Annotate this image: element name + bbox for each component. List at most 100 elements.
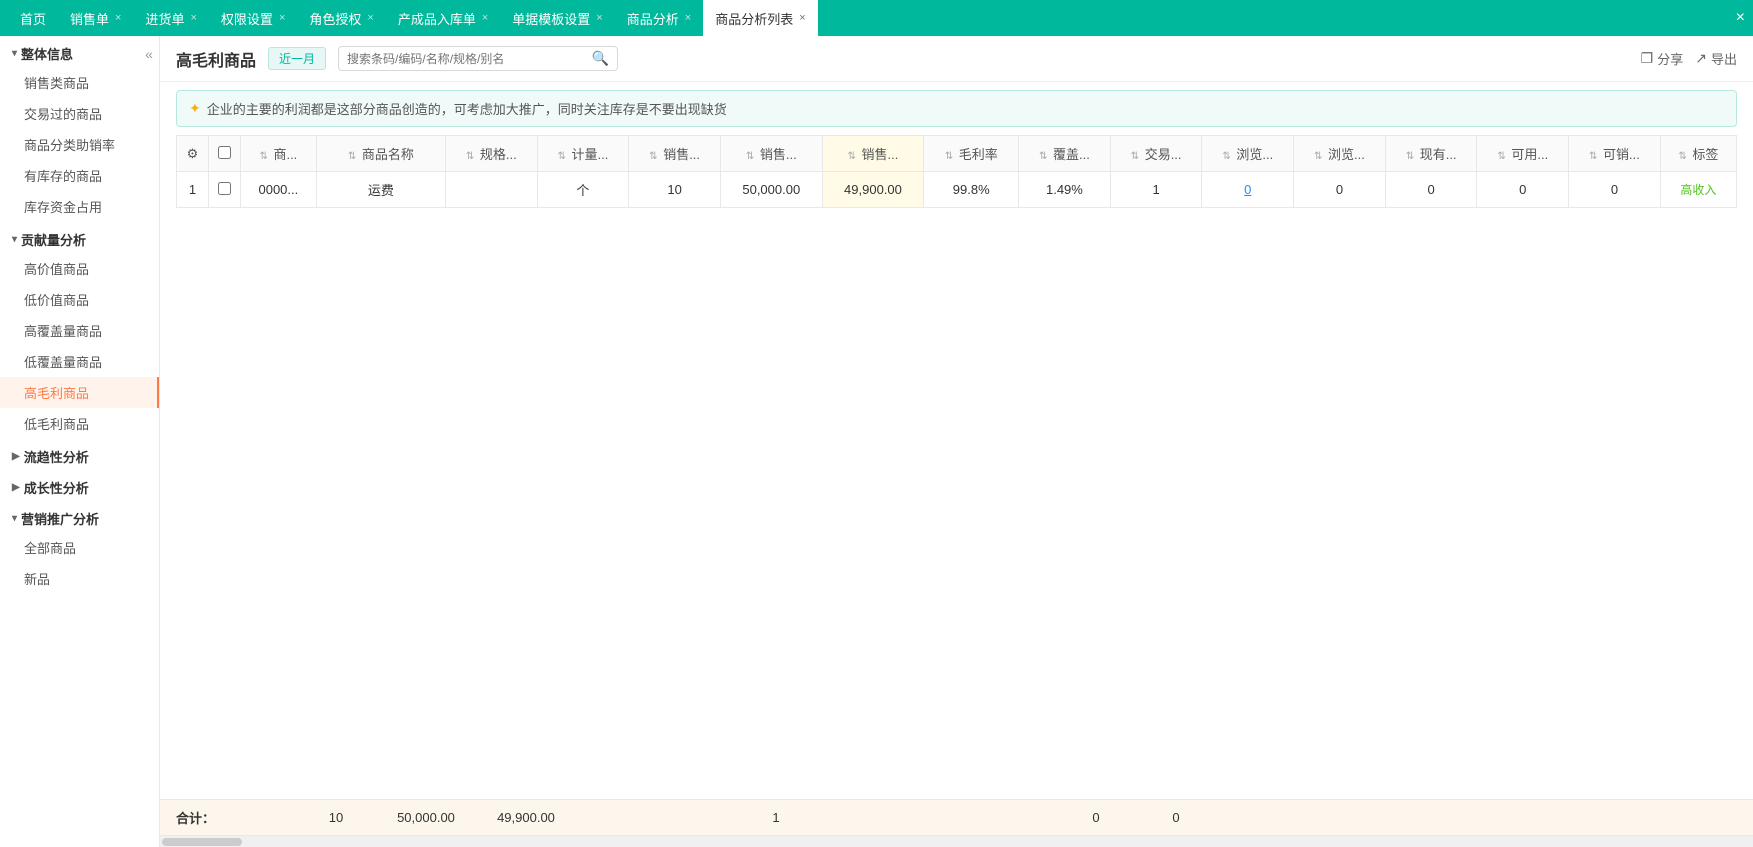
col-交易[interactable]: ⇅ 交易...	[1110, 136, 1202, 172]
sidebar-group-营销推广分析[interactable]: ▾ 营销推广分析	[0, 501, 159, 532]
sort-icon7: ⇅	[848, 151, 856, 162]
share-icon: ❐	[1641, 50, 1654, 67]
sidebar-item-低毛利商品[interactable]: 低毛利商品	[0, 408, 159, 439]
sort-icon14: ⇅	[1497, 151, 1505, 162]
sidebar-item-全部商品[interactable]: 全部商品	[0, 532, 159, 563]
sidebar-group-成长性分析[interactable]: ▶ 成长性分析	[0, 470, 159, 501]
sidebar-collapse-button[interactable]: «	[139, 44, 159, 64]
row-name[interactable]: 运费	[316, 172, 445, 208]
filter-近一月-button[interactable]: 近一月	[268, 47, 326, 70]
tab-商品分析列表[interactable]: 商品分析列表 ×	[703, 0, 817, 36]
horizontal-scrollbar[interactable]	[160, 835, 1753, 847]
sidebar-item-低价值商品[interactable]: 低价值商品	[0, 284, 159, 315]
sidebar-group-整体信息[interactable]: ▾ 整体信息	[0, 36, 159, 67]
row-select-checkbox[interactable]	[218, 182, 231, 195]
col-销售3[interactable]: ⇅ 销售...	[822, 136, 924, 172]
footer-col6: 50,000.00	[376, 810, 476, 825]
sidebar-item-库存资金占用[interactable]: 库存资金占用	[0, 191, 159, 222]
close-tab-销售单[interactable]: ×	[115, 12, 121, 24]
sidebar-group-贡献量分析[interactable]: ▾ 贡献量分析	[0, 222, 159, 253]
export-icon: ↗	[1695, 50, 1707, 67]
close-tab-进货单[interactable]: ×	[190, 12, 196, 24]
tab-角色授权[interactable]: 角色授权 ×	[297, 0, 385, 36]
tab-首页[interactable]: 首页	[8, 0, 58, 36]
footer-totals: 合计： 10 50,000.00 49,900.00 1 0 0	[160, 799, 1753, 835]
col-商品编码[interactable]: ⇅ 商...	[241, 136, 317, 172]
sort-icon5: ⇅	[649, 151, 657, 162]
scrollbar-thumb[interactable]	[162, 838, 242, 846]
sidebar-group-流趋性分析[interactable]: ▶ 流趋性分析	[0, 439, 159, 470]
col-标签[interactable]: ⇅ 标签	[1660, 136, 1736, 172]
footer-cells: 10 50,000.00 49,900.00 1 0 0	[296, 810, 1737, 825]
close-tab-商品分析列表[interactable]: ×	[799, 12, 805, 24]
tab-权限设置[interactable]: 权限设置 ×	[209, 0, 297, 36]
sort-icon9: ⇅	[1039, 151, 1047, 162]
col-浏览1[interactable]: ⇅ 浏览...	[1202, 136, 1294, 172]
sort-icon8: ⇅	[945, 151, 953, 162]
sort-icon6: ⇅	[746, 151, 754, 162]
sidebar-item-高覆盖量商品[interactable]: 高覆盖量商品	[0, 315, 159, 346]
sort-icon15: ⇅	[1589, 151, 1597, 162]
row-checkbox[interactable]	[209, 172, 241, 208]
chevron-down-icon: ▾	[12, 48, 17, 59]
chevron-right-icon: ▶	[12, 451, 20, 462]
main-layout: « ▾ 整体信息 销售类商品 交易过的商品 商品分类助销率 有库存的商品 库存资…	[0, 36, 1753, 847]
col-浏览2[interactable]: ⇅ 浏览...	[1294, 136, 1386, 172]
col-计量[interactable]: ⇅ 计量...	[537, 136, 629, 172]
footer-col15: 0	[1136, 810, 1216, 825]
close-tab-单据模板设置[interactable]: ×	[596, 12, 602, 24]
col-checkbox[interactable]	[209, 136, 241, 172]
sidebar-item-销售类商品[interactable]: 销售类商品	[0, 67, 159, 98]
close-tab-商品分析[interactable]: ×	[685, 12, 691, 24]
table-header-row: ⚙ ⇅ 商... ⇅ 商品名称	[177, 136, 1737, 172]
col-规格[interactable]: ⇅ 规格...	[445, 136, 537, 172]
sidebar-item-新品[interactable]: 新品	[0, 563, 159, 594]
search-icon[interactable]: 🔍	[592, 50, 609, 67]
row-views2: 0	[1294, 172, 1386, 208]
row-views1[interactable]: 0	[1202, 172, 1294, 208]
footer-label: 合计：	[176, 808, 296, 827]
tab-产成品入库单[interactable]: 产成品入库单 ×	[386, 0, 500, 36]
high-income-tag: 高收入	[1680, 183, 1716, 197]
close-all-tabs-button[interactable]: ×	[1736, 9, 1745, 27]
close-tab-权限设置[interactable]: ×	[279, 12, 285, 24]
close-tab-角色授权[interactable]: ×	[367, 12, 373, 24]
sidebar-item-低覆盖量商品[interactable]: 低覆盖量商品	[0, 346, 159, 377]
export-button[interactable]: ↗ 导出	[1695, 49, 1737, 68]
settings-icon[interactable]: ⚙	[187, 146, 199, 161]
col-覆盖[interactable]: ⇅ 覆盖...	[1019, 136, 1111, 172]
sort-icon4: ⇅	[558, 151, 566, 162]
row-transactions: 1	[1110, 172, 1202, 208]
info-banner: ✦ 企业的主要的利润都是这部分商品创造的，可考虑加大推广，同时关注库存是不要出现…	[176, 90, 1737, 127]
search-input[interactable]	[347, 52, 586, 66]
sort-icon13: ⇅	[1406, 151, 1414, 162]
search-box[interactable]: 🔍	[338, 46, 618, 71]
sidebar-item-高价值商品[interactable]: 高价值商品	[0, 253, 159, 284]
sidebar-item-交易过的商品[interactable]: 交易过的商品	[0, 98, 159, 129]
col-现有[interactable]: ⇅ 现有...	[1385, 136, 1477, 172]
col-毛利率[interactable]: ⇅ 毛利率	[924, 136, 1019, 172]
sidebar-item-高毛利商品[interactable]: 高毛利商品	[0, 377, 159, 408]
select-all-checkbox[interactable]	[218, 146, 231, 159]
share-button[interactable]: ❐ 分享	[1641, 49, 1684, 68]
sidebar-item-商品分类助销率[interactable]: 商品分类助销率	[0, 129, 159, 160]
data-table: ⚙ ⇅ 商... ⇅ 商品名称	[176, 135, 1737, 208]
sort-icon3: ⇅	[466, 151, 474, 162]
tab-销售单[interactable]: 销售单 ×	[58, 0, 133, 36]
col-可销[interactable]: ⇅ 可销...	[1569, 136, 1661, 172]
col-销售2[interactable]: ⇅ 销售...	[720, 136, 822, 172]
tab-商品分析[interactable]: 商品分析 ×	[615, 0, 703, 36]
row-stock-sellable: 0	[1569, 172, 1661, 208]
col-销售1[interactable]: ⇅ 销售...	[629, 136, 721, 172]
footer-col10: 1	[736, 810, 816, 825]
col-settings[interactable]: ⚙	[177, 136, 209, 172]
row-num: 1	[177, 172, 209, 208]
col-可用[interactable]: ⇅ 可用...	[1477, 136, 1569, 172]
footer-col5: 10	[296, 810, 376, 825]
tab-进货单[interactable]: 进货单 ×	[133, 0, 208, 36]
tab-单据模板设置[interactable]: 单据模板设置 ×	[500, 0, 614, 36]
chevron-right-icon2: ▶	[12, 482, 20, 493]
close-tab-产成品入库单[interactable]: ×	[482, 12, 488, 24]
col-商品名称[interactable]: ⇅ 商品名称	[316, 136, 445, 172]
sidebar-item-有库存的商品[interactable]: 有库存的商品	[0, 160, 159, 191]
